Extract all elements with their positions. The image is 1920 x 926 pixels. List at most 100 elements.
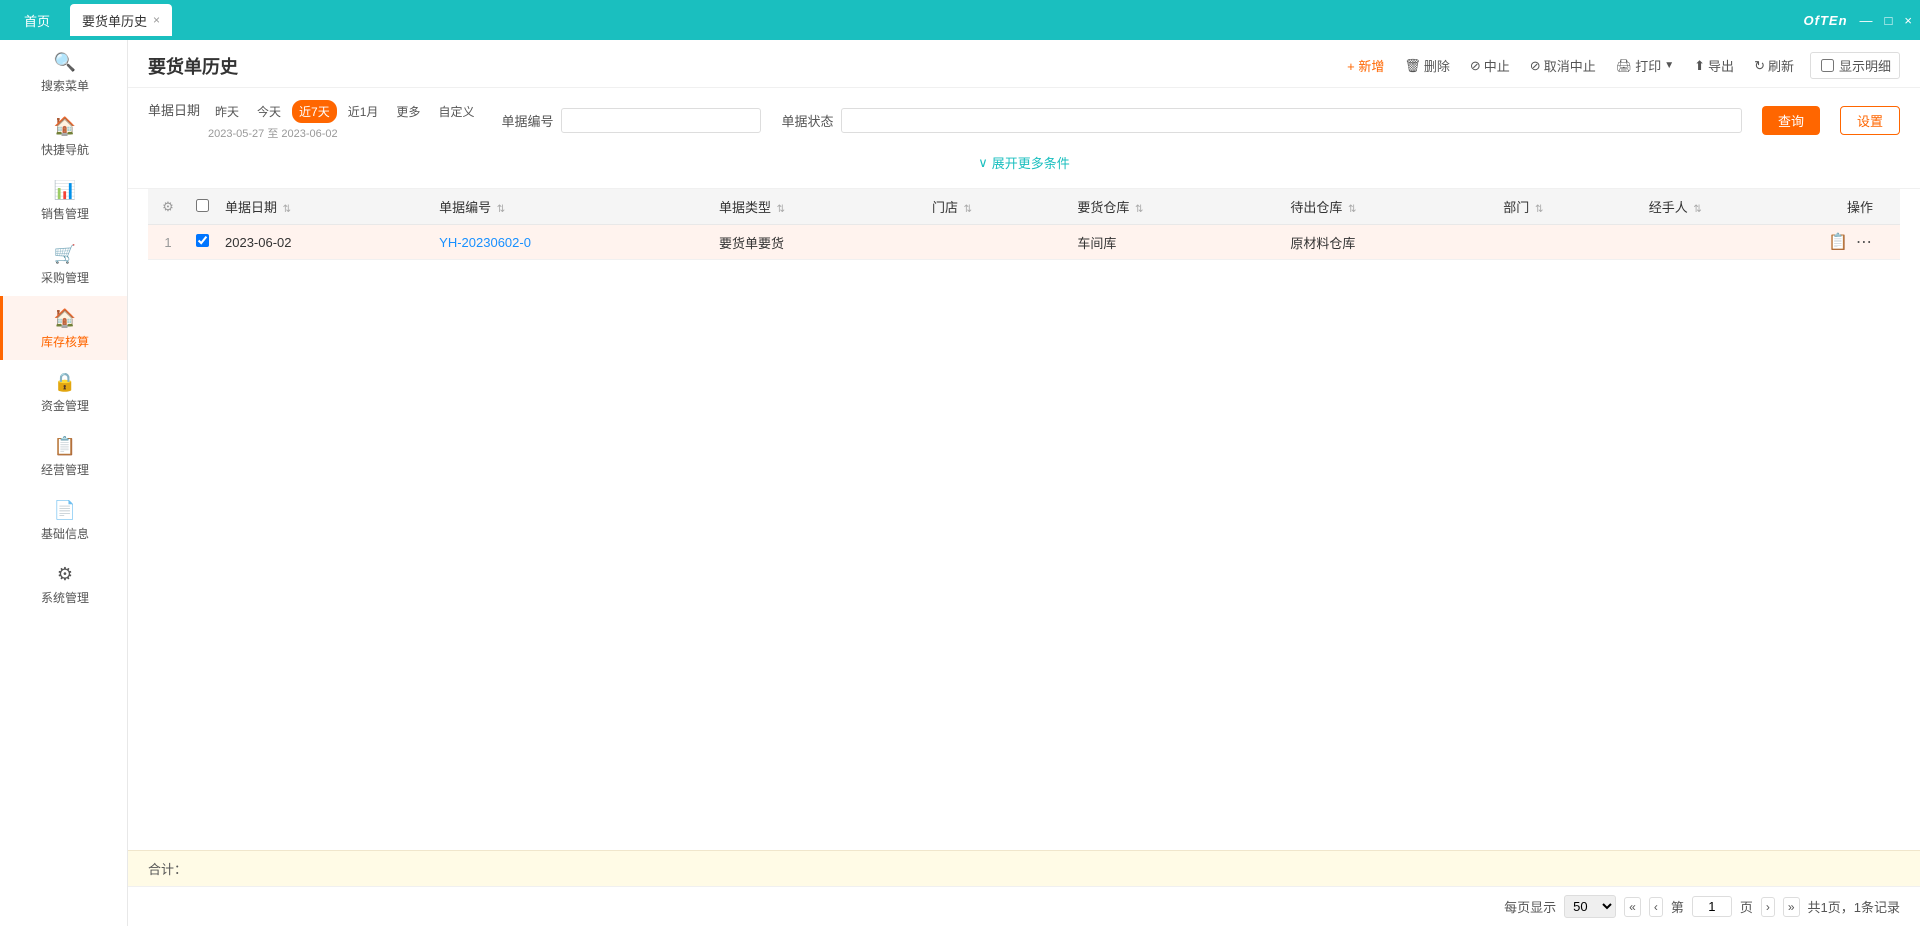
settings-icon[interactable]: ⚙ bbox=[162, 199, 174, 214]
filter-area: 单据日期 昨天 今天 近7天 近1月 更多 自定义 2023-05-27 至 2… bbox=[128, 88, 1920, 189]
sort-icon-store[interactable]: ⇅ bbox=[964, 204, 972, 215]
date-btn-7days[interactable]: 近7天 bbox=[292, 100, 337, 123]
sidebar-item-operations[interactable]: 📋 经营管理 bbox=[0, 424, 127, 488]
sort-icon-dept[interactable]: ⇅ bbox=[1535, 204, 1543, 215]
delete-button[interactable]: 🗑 删除 bbox=[1400, 54, 1454, 77]
doc-no-input[interactable] bbox=[561, 108, 761, 133]
select-all-checkbox[interactable] bbox=[196, 199, 209, 212]
print-button[interactable]: 🖨 打印 ▼ bbox=[1612, 54, 1678, 77]
page-size-select[interactable]: 20 50 100 bbox=[1564, 895, 1616, 918]
basic-info-icon: 📄 bbox=[54, 500, 76, 521]
expand-more-btn[interactable]: ∨ 展开更多条件 bbox=[148, 149, 1900, 176]
date-btn-1month[interactable]: 近1月 bbox=[341, 100, 386, 123]
delete-label: 删除 bbox=[1424, 56, 1450, 75]
th-ops: 操作 bbox=[1820, 189, 1900, 225]
page-header: 要货单历史 + 新增 🗑 删除 ⊘ 中止 ⊘ 取消中止 🖨 打印 bbox=[128, 40, 1920, 88]
page-number-input[interactable] bbox=[1692, 896, 1732, 917]
sidebar-item-search[interactable]: 🔍 搜索菜单 bbox=[0, 40, 127, 104]
purchase-icon: 🛒 bbox=[54, 244, 76, 265]
refresh-button[interactable]: ↻ 刷新 bbox=[1750, 54, 1798, 77]
sort-icon-req[interactable]: ⇅ bbox=[1135, 204, 1143, 215]
more-action-icon[interactable]: ⋯ bbox=[1856, 232, 1872, 252]
date-btn-more[interactable]: 更多 bbox=[389, 100, 427, 123]
home-icon: 🏠 bbox=[54, 116, 76, 137]
page-title: 要货单历史 bbox=[148, 53, 238, 79]
action-icons: 📋 ⋯ bbox=[1828, 232, 1892, 252]
sidebar-item-label: 库存核算 bbox=[41, 333, 89, 350]
refresh-icon: ↻ bbox=[1754, 58, 1765, 74]
cancel-stop-button[interactable]: ⊘ 取消中止 bbox=[1526, 54, 1600, 77]
doc-no-link[interactable]: YH-20230602-0 bbox=[439, 235, 531, 250]
stop-button[interactable]: ⊘ 中止 bbox=[1466, 54, 1514, 77]
inventory-icon: 🏠 bbox=[54, 308, 76, 329]
prev-page-btn[interactable]: ‹ bbox=[1649, 897, 1663, 917]
last-page-btn[interactable]: » bbox=[1783, 897, 1800, 917]
display-detail-button[interactable]: 显示明细 bbox=[1810, 52, 1900, 79]
sidebar-item-basic-info[interactable]: 📄 基础信息 bbox=[0, 488, 127, 552]
status-select[interactable] bbox=[841, 108, 1741, 133]
toolbar: + 新增 🗑 删除 ⊘ 中止 ⊘ 取消中止 🖨 打印 ▼ bbox=[1343, 52, 1900, 79]
window-min-btn[interactable]: — bbox=[1860, 13, 1873, 28]
status-select-wrapper bbox=[841, 108, 1741, 133]
doc-no-label: 单据编号 bbox=[501, 111, 553, 130]
sort-icon-date[interactable]: ⇅ bbox=[283, 204, 291, 215]
sidebar-item-sales[interactable]: 📊 销售管理 bbox=[0, 168, 127, 232]
td-dept bbox=[1495, 225, 1640, 260]
table-footer: 合计： bbox=[128, 850, 1920, 886]
sidebar-item-label: 搜索菜单 bbox=[41, 77, 89, 94]
status-label: 单据状态 bbox=[781, 111, 833, 130]
finance-icon: 🔒 bbox=[54, 372, 76, 393]
print-label: 打印 bbox=[1635, 56, 1661, 75]
th-store: 门店 ⇅ bbox=[924, 189, 1069, 225]
sidebar-item-inventory[interactable]: 🏠 库存核算 bbox=[0, 296, 127, 360]
sort-icon-handler[interactable]: ⇅ bbox=[1693, 204, 1701, 215]
brand-label: OfTEn bbox=[1804, 13, 1848, 28]
next-page-btn[interactable]: › bbox=[1761, 897, 1775, 917]
doc-no-filter-group: 单据编号 bbox=[501, 108, 761, 133]
window-max-btn[interactable]: □ bbox=[1885, 13, 1893, 28]
td-checkbox[interactable] bbox=[188, 225, 217, 260]
top-bar: 首页 要货单历史 × OfTEn — □ × bbox=[0, 0, 1920, 40]
th-handler: 经手人 ⇅ bbox=[1641, 189, 1820, 225]
settings-button[interactable]: 设置 bbox=[1840, 106, 1900, 135]
tab-close-icon[interactable]: × bbox=[153, 13, 160, 27]
sidebar-item-quick-nav[interactable]: 🏠 快捷导航 bbox=[0, 104, 127, 168]
td-doc-no: YH-20230602-0 bbox=[431, 225, 711, 260]
th-doc-date-label: 单据日期 bbox=[225, 200, 277, 215]
search-icon: 🔍 bbox=[54, 52, 76, 73]
refresh-label: 刷新 bbox=[1768, 56, 1794, 75]
date-btn-today[interactable]: 今天 bbox=[250, 100, 288, 123]
tab-active[interactable]: 要货单历史 × bbox=[70, 4, 172, 36]
td-doc-type: 要货单要货 bbox=[711, 225, 924, 260]
total-info: 共1页，1条记录 bbox=[1808, 897, 1900, 916]
sidebar-item-finance[interactable]: 🔒 资金管理 bbox=[0, 360, 127, 424]
expand-more-label: 展开更多条件 bbox=[992, 153, 1070, 172]
date-buttons-group: 昨天 今天 近7天 近1月 更多 自定义 2023-05-27 至 2023-0… bbox=[208, 100, 481, 141]
cancel-stop-label: 取消中止 bbox=[1544, 56, 1596, 75]
new-button[interactable]: + 新增 bbox=[1343, 54, 1388, 77]
display-detail-checkbox[interactable] bbox=[1821, 59, 1834, 72]
sidebar-item-label: 基础信息 bbox=[41, 525, 89, 542]
sidebar-item-purchase[interactable]: 🛒 采购管理 bbox=[0, 232, 127, 296]
first-page-btn[interactable]: « bbox=[1624, 897, 1641, 917]
row-checkbox[interactable] bbox=[196, 234, 209, 247]
pagination-bar: 每页显示 20 50 100 « ‹ 第 页 › » 共1页，1条记录 bbox=[128, 886, 1920, 926]
date-btn-custom[interactable]: 自定义 bbox=[431, 100, 481, 123]
edit-action-icon[interactable]: 📋 bbox=[1828, 232, 1848, 252]
td-handler bbox=[1641, 225, 1820, 260]
sort-icon-no[interactable]: ⇅ bbox=[497, 204, 505, 215]
window-close-btn[interactable]: × bbox=[1904, 13, 1912, 28]
query-button[interactable]: 查询 bbox=[1762, 106, 1820, 135]
tab-home[interactable]: 首页 bbox=[8, 0, 66, 40]
sidebar-item-label: 资金管理 bbox=[41, 397, 89, 414]
summary-label: 合计： bbox=[148, 862, 187, 877]
td-num: 1 bbox=[148, 225, 188, 260]
sort-icon-type[interactable]: ⇅ bbox=[777, 204, 785, 215]
sort-icon-pending[interactable]: ⇅ bbox=[1348, 204, 1356, 215]
page-size-label: 每页显示 bbox=[1504, 897, 1556, 916]
th-req-warehouse-label: 要货仓库 bbox=[1077, 200, 1129, 215]
th-dept-label: 部门 bbox=[1503, 200, 1529, 215]
sidebar-item-system[interactable]: ⚙ 系统管理 bbox=[0, 552, 127, 616]
export-button[interactable]: ⬆ 导出 bbox=[1690, 54, 1738, 77]
date-btn-yesterday[interactable]: 昨天 bbox=[208, 100, 246, 123]
